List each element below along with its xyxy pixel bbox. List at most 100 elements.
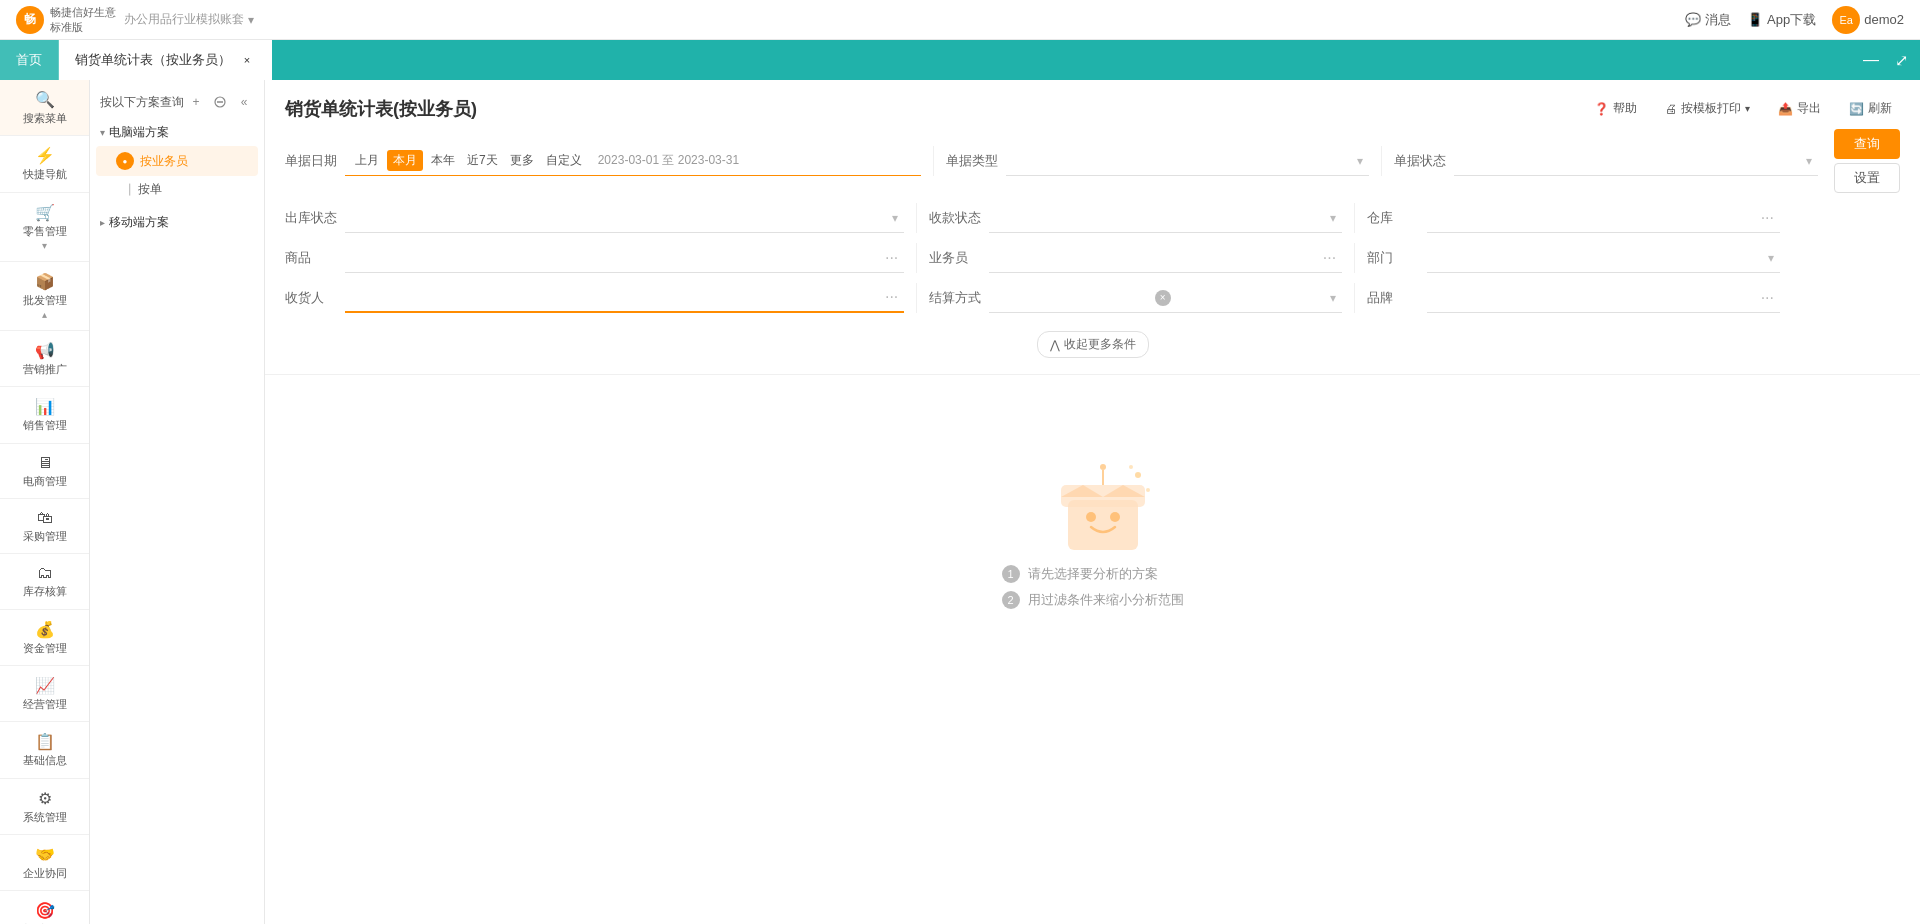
breadcrumb[interactable]: 办公用品行业模拟账套 ▾	[124, 11, 254, 28]
print-button[interactable]: 🖨 按模板打印 ▾	[1657, 96, 1758, 121]
collapse-panel-button[interactable]: «	[234, 92, 254, 112]
ecommerce-icon: 🖥	[37, 454, 53, 472]
operations-icon: 📈	[35, 676, 55, 695]
wholesale-arrow: ▴	[42, 309, 47, 320]
tab-sales-stat[interactable]: 销货单统计表（按业务员） ×	[59, 40, 272, 80]
help-icon: ❓	[1594, 102, 1609, 116]
sidebar-item-inventory[interactable]: 🗂 库存核算	[0, 554, 89, 609]
salesperson-dots-icon: ···	[1323, 249, 1336, 267]
basic-info-icon: 📋	[35, 732, 55, 751]
date-tab-cur-month[interactable]: 本月	[387, 150, 423, 171]
date-tab-more[interactable]: 更多	[506, 150, 538, 171]
collapse-icon: ⋀	[1050, 338, 1060, 352]
filter-row-2: 出库状态 ▾ 收款状态 ▾	[285, 203, 1900, 233]
app-download-button[interactable]: 📱 App下载	[1747, 11, 1816, 29]
svg-rect-4	[1068, 500, 1138, 550]
filter-divider-8	[1354, 283, 1355, 313]
svg-point-10	[1129, 465, 1133, 469]
date-filter-control[interactable]: 上月 本月 本年 近7天 更多 自定义 2023-03-01 至 2023-03…	[345, 146, 921, 176]
add-scheme-button[interactable]: +	[186, 92, 206, 112]
filter-date: 单据日期 上月 本月 本年 近7天 更多 自定义 20	[285, 146, 921, 176]
breadcrumb-arrow: ▾	[248, 13, 254, 27]
consignee-select[interactable]: ···	[345, 283, 904, 313]
svg-point-7	[1110, 512, 1120, 522]
edit-icon	[214, 96, 226, 108]
help-button[interactable]: ❓ 帮助	[1586, 96, 1645, 121]
date-tab-cur-year[interactable]: 本年	[427, 150, 459, 171]
out-status-select[interactable]: ▾	[345, 203, 904, 233]
empty-state: 1 请先选择要分析的方案 2 用过滤条件来缩小分析范围	[265, 375, 1920, 689]
sidebar-item-finance[interactable]: 💰 资金管理	[0, 610, 89, 666]
receipt-status-select[interactable]: ▾	[989, 203, 1342, 233]
scheme-by-salesperson[interactable]: ● 按业务员	[96, 146, 258, 176]
date-tabs: 上月 本月 本年 近7天 更多 自定义	[351, 150, 586, 171]
content-area: 按以下方案查询 + «	[90, 80, 1920, 924]
tab-home[interactable]: 首页	[0, 40, 59, 80]
doc-status-select[interactable]: ▾	[1454, 146, 1818, 176]
tab-minimize-button[interactable]: —	[1859, 47, 1883, 73]
action-buttons: 查询 设置	[1834, 129, 1900, 193]
filter-warehouse: 仓库 ···	[1367, 203, 1780, 233]
sidebar-quick-nav[interactable]: ⚡ 快捷导航	[0, 136, 89, 192]
collapse-button[interactable]: ⋀ 收起更多条件	[1037, 331, 1149, 358]
salesperson-select[interactable]: ···	[989, 243, 1342, 273]
logo-icon: 畅	[16, 6, 44, 34]
edit-scheme-button[interactable]	[210, 92, 230, 112]
print-icon: 🖨	[1665, 102, 1677, 116]
date-tab-custom[interactable]: 自定义	[542, 150, 586, 171]
right-panel: 销货单统计表(按业务员) ❓ 帮助 🖨 按模板打印 ▾ 📤	[265, 80, 1920, 924]
date-range-display: 2023-03-01 至 2023-03-31	[598, 152, 739, 169]
query-button[interactable]: 查询	[1834, 129, 1900, 159]
user-menu[interactable]: Ea demo2	[1832, 6, 1904, 34]
sidebar-item-marketing[interactable]: 📢 营销推广	[0, 331, 89, 387]
desktop-scheme-header[interactable]: ▾ 电脑端方案	[94, 120, 260, 145]
sidebar-item-sales-mgmt[interactable]: 📊 销售管理	[0, 387, 89, 443]
tab-maximize-button[interactable]: ⤢	[1891, 47, 1912, 74]
filter-area: 单据日期 上月 本月 本年 近7天 更多 自定义 20	[265, 129, 1920, 375]
filter-brand: 品牌 ···	[1367, 283, 1780, 313]
system-icon: ⚙	[38, 789, 52, 808]
sidebar-item-purchase[interactable]: 🛍 采购管理	[0, 499, 89, 554]
filter-settlement: 结算方式 × ▾	[929, 283, 1342, 313]
filter-divider-1	[933, 146, 934, 176]
logo-text: 畅捷信好生意 标准版	[50, 5, 116, 34]
refresh-button[interactable]: 🔄 刷新	[1841, 96, 1900, 121]
sidebar-item-ecommerce[interactable]: 🖥 电商管理	[0, 444, 89, 499]
sidebar-search[interactable]: 🔍 搜索菜单	[0, 80, 89, 136]
filter-out-status: 出库状态 ▾	[285, 203, 904, 233]
empty-tips: 1 请先选择要分析的方案 2 用过滤条件来缩小分析范围	[1002, 565, 1184, 609]
settlement-select[interactable]: × ▾	[989, 283, 1342, 313]
dept-arrow-icon: ▾	[1768, 251, 1774, 265]
mobile-scheme-header[interactable]: ▸ 移动端方案	[94, 210, 260, 235]
sidebar-item-wholesale[interactable]: 📦 批发管理 ▴	[0, 262, 89, 331]
page-actions: ❓ 帮助 🖨 按模板打印 ▾ 📤 导出 🔄	[1586, 96, 1900, 121]
sidebar-item-operations[interactable]: 📈 经营管理	[0, 666, 89, 722]
goods-select[interactable]: ···	[345, 243, 904, 273]
tip-num-2: 2	[1002, 591, 1020, 609]
export-button[interactable]: 📤 导出	[1770, 96, 1829, 121]
warehouse-select[interactable]: ···	[1427, 203, 1780, 233]
dept-select[interactable]: ▾	[1427, 243, 1780, 273]
collapse-bar: ⋀ 收起更多条件	[285, 323, 1900, 366]
setting-button[interactable]: 设置	[1834, 163, 1900, 193]
sidebar-item-newcomer[interactable]: 🎯 新手引导	[0, 891, 89, 924]
sidebar-item-enterprise[interactable]: 🤝 企业协同	[0, 835, 89, 891]
retail-icon: 🛒	[35, 203, 55, 222]
tab-close-button[interactable]: ×	[239, 52, 255, 68]
message-button[interactable]: 💬 消息	[1685, 11, 1731, 29]
marketing-icon: 📢	[35, 341, 55, 360]
empty-svg	[1043, 455, 1163, 555]
settlement-clear-button[interactable]: ×	[1155, 290, 1171, 306]
sidebar-item-retail[interactable]: 🛒 零售管理 ▾	[0, 193, 89, 262]
doc-type-select[interactable]: ▾	[1006, 146, 1370, 176]
app-download-icon: 📱	[1747, 12, 1763, 27]
filter-dept: 部门 ▾	[1367, 243, 1780, 273]
sidebar-item-system[interactable]: ⚙ 系统管理	[0, 779, 89, 835]
finance-icon: 💰	[35, 620, 55, 639]
brand-select[interactable]: ···	[1427, 283, 1780, 313]
date-tab-last7days[interactable]: 近7天	[463, 150, 502, 171]
date-tab-prev-month[interactable]: 上月	[351, 150, 383, 171]
main-content: 🔍 搜索菜单 ⚡ 快捷导航 🛒 零售管理 ▾ 📦 批发管理 ▴ 📢 营销推广	[0, 80, 1920, 924]
sidebar-item-basic-info[interactable]: 📋 基础信息	[0, 722, 89, 778]
scheme-by-order[interactable]: ⎪ 按单	[94, 177, 260, 202]
